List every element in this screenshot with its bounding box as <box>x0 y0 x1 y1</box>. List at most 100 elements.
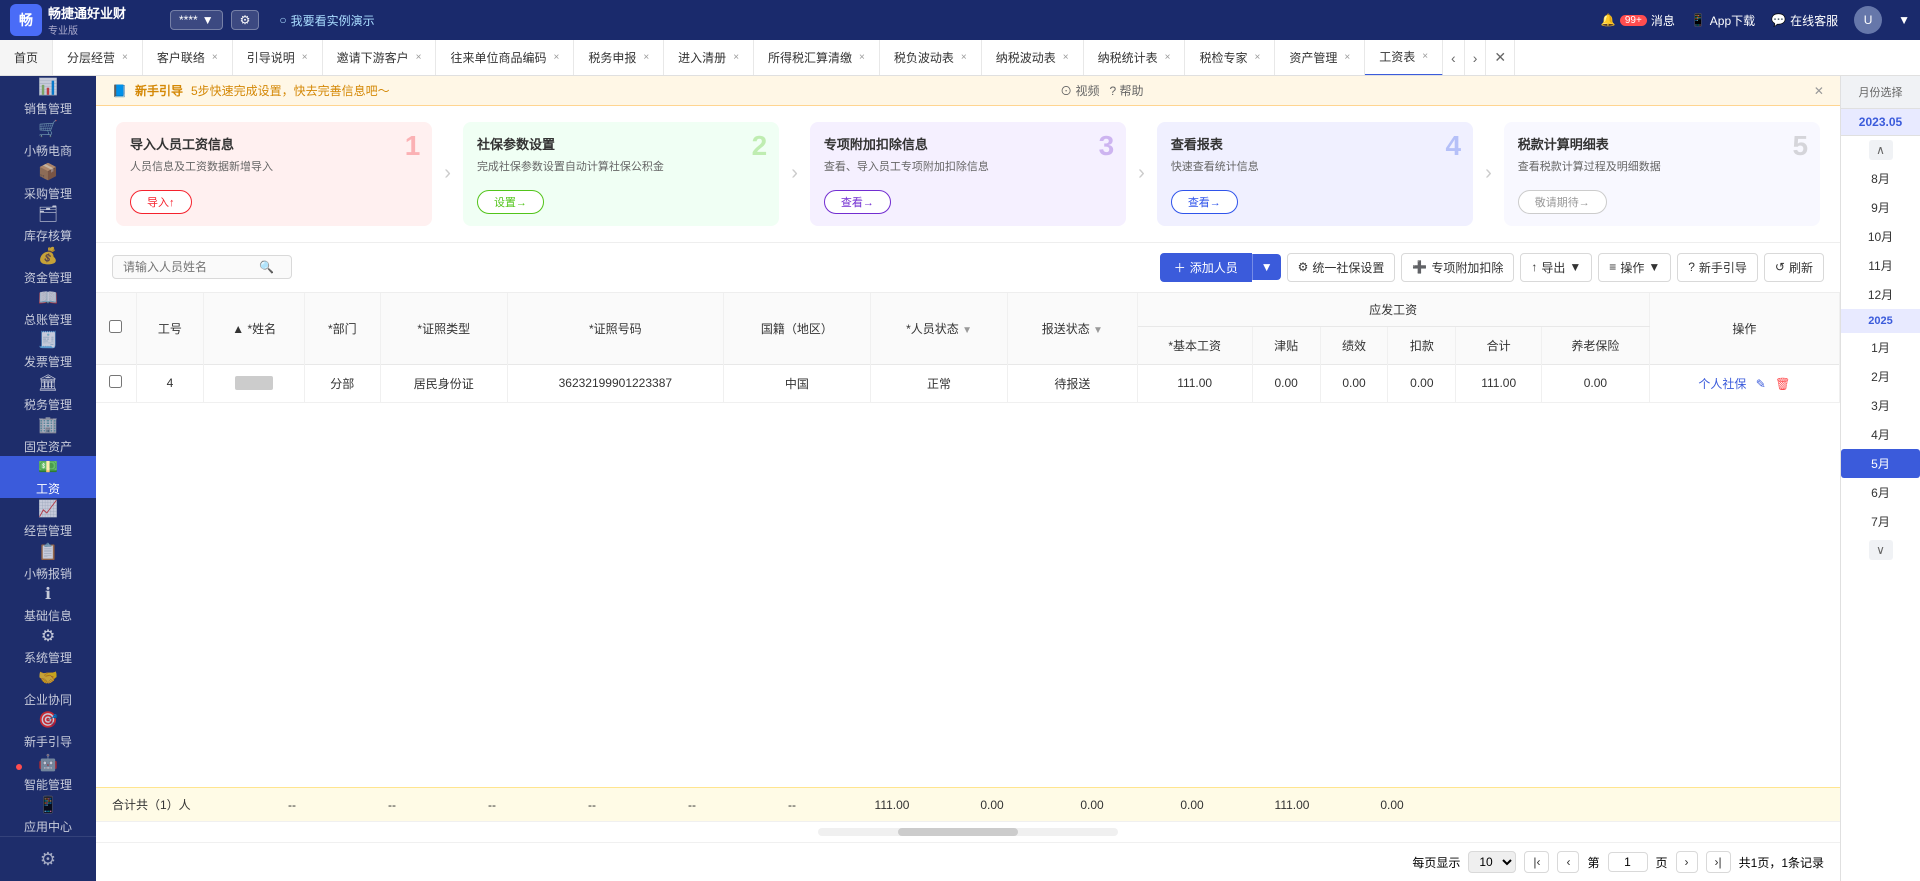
sidebar-item-basic[interactable]: ℹ 基础信息 <box>0 583 96 625</box>
online-service-btn[interactable]: 💬 在线客服 <box>1771 12 1838 29</box>
tab-close-icon[interactable]: × <box>122 52 128 63</box>
sidebar-item-tax[interactable]: 🏛 税务管理 <box>0 372 96 414</box>
step-5-btn[interactable]: 敬请期待→ <box>1518 190 1607 214</box>
sidebar-item-operations[interactable]: 📈 经营管理 <box>0 498 96 540</box>
sidebar-item-reimbursement[interactable]: 📋 小畅报销 <box>0 540 96 582</box>
sidebar-item-assets[interactable]: 🏢 固定资产 <box>0 414 96 456</box>
add-person-btn[interactable]: ＋ 添加人员 <box>1160 253 1252 282</box>
tab-income-tax[interactable]: 所得税汇算清缴 × <box>754 40 880 76</box>
sidebar-item-inventory[interactable]: 🗂 库存核算 <box>0 203 96 245</box>
per-page-select[interactable]: 10 20 50 <box>1468 851 1516 873</box>
month-1[interactable]: 1月 <box>1841 333 1920 362</box>
month-7[interactable]: 7月 <box>1841 507 1920 536</box>
tab-asset[interactable]: 资产管理 × <box>1275 40 1365 76</box>
personal-social-btn[interactable]: 个人社保 <box>1698 377 1746 391</box>
tab-next-btn[interactable]: › <box>1465 40 1487 76</box>
tab-close-icon[interactable]: × <box>553 52 559 63</box>
month-nav-down-btn[interactable]: ∨ <box>1869 540 1893 560</box>
first-page-btn[interactable]: |‹ <box>1524 851 1549 873</box>
step-2-btn[interactable]: 设置→ <box>477 190 544 214</box>
tab-close-icon[interactable]: × <box>1422 51 1428 62</box>
next-page-btn[interactable]: › <box>1676 851 1698 873</box>
tab-invite[interactable]: 邀请下游客户 × <box>323 40 437 76</box>
sidebar-item-purchase[interactable]: 📦 采购管理 <box>0 160 96 202</box>
filter-icon[interactable]: ▼ <box>962 325 972 336</box>
tab-feneng[interactable]: 分层经营 × <box>53 40 143 76</box>
tab-close-icon[interactable]: × <box>1063 52 1069 63</box>
tab-home[interactable]: 首页 <box>0 40 53 76</box>
tab-close-all-btn[interactable]: ✕ <box>1486 40 1515 76</box>
user-menu-btn[interactable]: ▼ <box>1898 13 1910 27</box>
row-checkbox[interactable] <box>109 375 122 388</box>
scrollbar-thumb[interactable] <box>898 828 1018 836</box>
month-12[interactable]: 12月 <box>1841 280 1920 309</box>
guide-close-btn[interactable]: ✕ <box>1814 84 1824 98</box>
tab-qingce[interactable]: 进入清册 × <box>664 40 754 76</box>
tab-close-icon[interactable]: × <box>1165 52 1171 63</box>
month-6[interactable]: 6月 <box>1841 478 1920 507</box>
guide-help-btn[interactable]: ? 帮助 <box>1109 82 1143 99</box>
avatar[interactable]: U <box>1854 6 1882 34</box>
prev-page-btn[interactable]: ‹ <box>1557 851 1579 873</box>
search-icon[interactable]: 🔍 <box>259 260 274 274</box>
month-3[interactable]: 3月 <box>1841 391 1920 420</box>
tab-close-icon[interactable]: × <box>733 52 739 63</box>
page-input[interactable] <box>1608 852 1648 872</box>
tab-tax-expert[interactable]: 税检专家 × <box>1185 40 1275 76</box>
tab-yindao[interactable]: 引导说明 × <box>233 40 323 76</box>
tab-product-code[interactable]: 往来单位商品编码 × <box>436 40 574 76</box>
message-btn[interactable]: 🔔 99+ 消息 <box>1601 12 1675 29</box>
month-10[interactable]: 10月 <box>1841 222 1920 251</box>
settings-btn[interactable]: ⚙ <box>231 10 260 30</box>
tab-kehu[interactable]: 客户联络 × <box>143 40 233 76</box>
app-download-btn[interactable]: 📱 App下载 <box>1691 12 1755 29</box>
tab-tax-report[interactable]: 税务申报 × <box>574 40 664 76</box>
filter-icon[interactable]: ▼ <box>1093 325 1103 336</box>
tab-close-icon[interactable]: × <box>643 52 649 63</box>
select-all-checkbox[interactable] <box>109 320 122 333</box>
tab-prev-btn[interactable]: ‹ <box>1443 40 1465 76</box>
sidebar-gear-btn[interactable]: ⚙ <box>0 837 96 881</box>
step-1-btn[interactable]: 导入↑ <box>130 190 192 214</box>
special-deduction-btn[interactable]: ➕ 专项附加扣除 <box>1401 253 1514 282</box>
tab-tax-wave[interactable]: 税负波动表 × <box>880 40 982 76</box>
sidebar-item-sales[interactable]: 📊 销售管理 <box>0 76 96 118</box>
last-page-btn[interactable]: ›| <box>1706 851 1731 873</box>
sidebar-item-collab[interactable]: 🤝 企业协同 <box>0 667 96 709</box>
tab-close-icon[interactable]: × <box>416 52 422 63</box>
month-4[interactable]: 4月 <box>1841 420 1920 449</box>
tab-close-icon[interactable]: × <box>961 52 967 63</box>
tab-close-icon[interactable]: × <box>212 52 218 63</box>
sidebar-item-ledger[interactable]: 📖 总账管理 <box>0 287 96 329</box>
operation-btn[interactable]: ≡ 操作 ▼ <box>1598 253 1671 282</box>
step-3-btn[interactable]: 查看→ <box>824 190 891 214</box>
edit-icon[interactable]: ✎ <box>1756 377 1766 391</box>
month-8[interactable]: 8月 <box>1841 164 1920 193</box>
unified-social-btn[interactable]: ⚙ 统一社保设置 <box>1287 253 1396 282</box>
delete-icon[interactable]: 🗑 <box>1775 377 1790 391</box>
month-2[interactable]: 2月 <box>1841 362 1920 391</box>
search-input-wrap[interactable]: 🔍 <box>112 255 292 279</box>
guide-btn[interactable]: ? 新手引导 <box>1677 253 1758 282</box>
sidebar-item-guide[interactable]: 🎯 新手引导 <box>0 709 96 751</box>
tab-close-icon[interactable]: × <box>1254 52 1260 63</box>
export-btn[interactable]: ↑ 导出 ▼ <box>1520 253 1592 282</box>
horizontal-scrollbar[interactable] <box>818 828 1118 836</box>
guide-video-btn[interactable]: ⊙ 视频 <box>1060 82 1099 99</box>
step-4-btn[interactable]: 查看→ <box>1171 190 1238 214</box>
month-11[interactable]: 11月 <box>1841 251 1920 280</box>
demo-btn[interactable]: ○ 我要看实例演示 <box>279 12 374 29</box>
tab-close-icon[interactable]: × <box>859 52 865 63</box>
sidebar-item-invoice[interactable]: 🧾 发票管理 <box>0 329 96 371</box>
search-input[interactable] <box>123 260 253 274</box>
tab-salary[interactable]: 工资表 × <box>1365 40 1443 76</box>
tab-pay-wave[interactable]: 纳税波动表 × <box>982 40 1084 76</box>
sidebar-item-finance[interactable]: 💰 资金管理 <box>0 245 96 287</box>
month-5-active[interactable]: 5月 <box>1841 449 1920 478</box>
add-btn-dropdown[interactable]: ▼ <box>1252 254 1281 280</box>
sidebar-item-app-center[interactable]: 📱 应用中心 <box>0 794 96 836</box>
month-9[interactable]: 9月 <box>1841 193 1920 222</box>
sidebar-item-system[interactable]: ⚙ 系统管理 <box>0 625 96 667</box>
tab-close-icon[interactable]: × <box>1344 52 1350 63</box>
company-selector[interactable]: **** ▼ <box>170 10 223 30</box>
